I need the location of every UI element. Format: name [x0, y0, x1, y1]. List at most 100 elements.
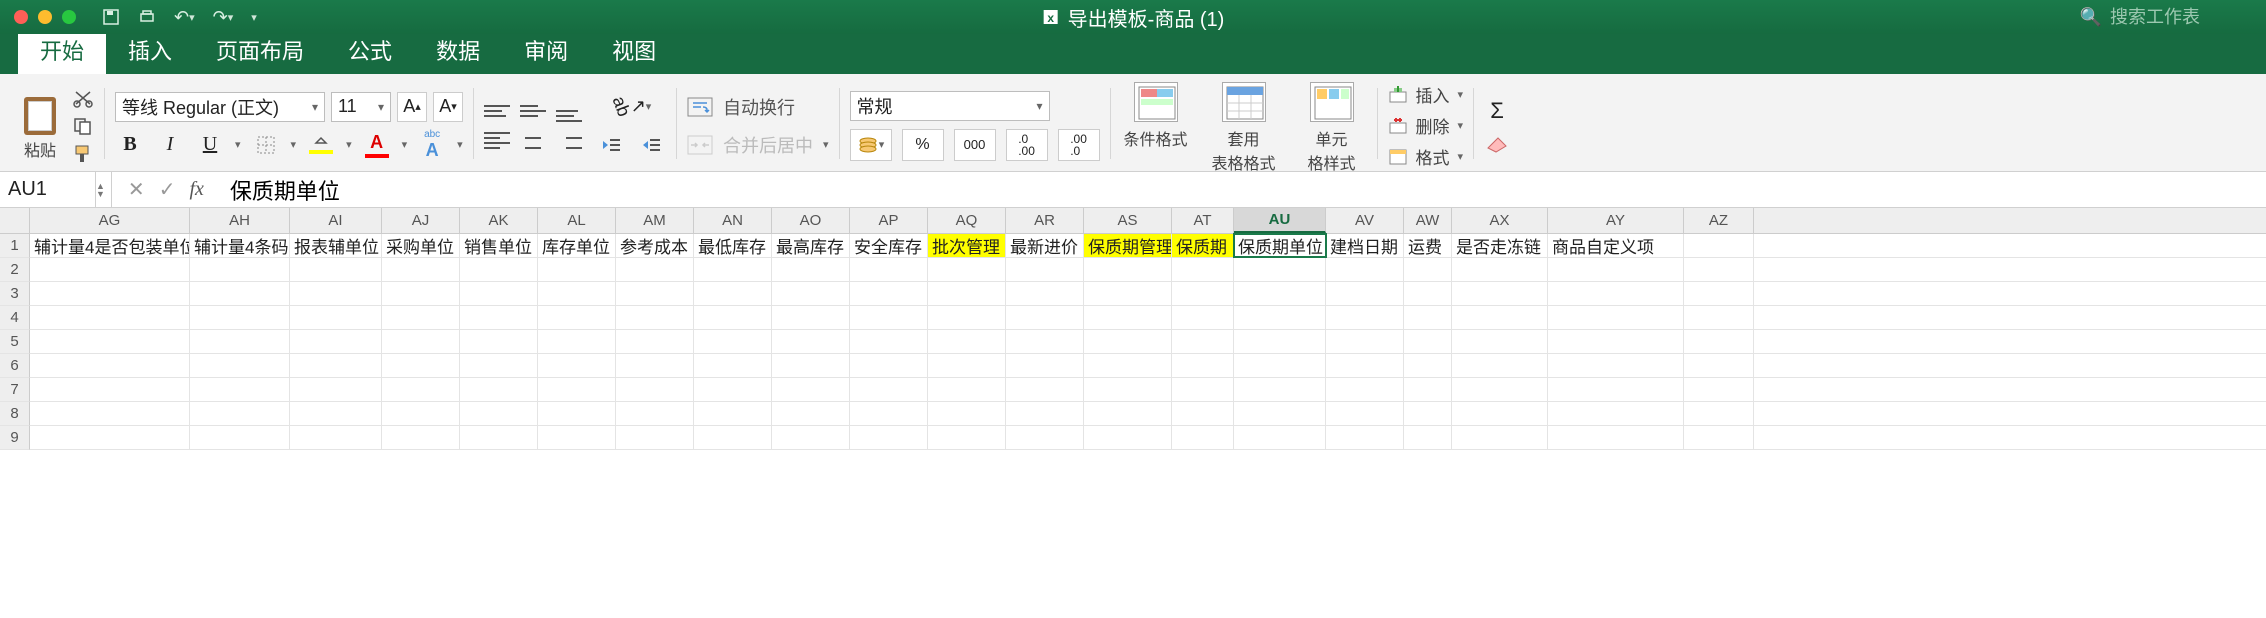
cell-AM2[interactable]	[616, 258, 694, 281]
cell-AU4[interactable]	[1234, 306, 1326, 329]
cell-AL4[interactable]	[538, 306, 616, 329]
cell-AR3[interactable]	[1006, 282, 1084, 305]
column-header-AO[interactable]: AO	[772, 208, 850, 233]
column-header-AI[interactable]: AI	[290, 208, 382, 233]
cell-AQ9[interactable]	[928, 426, 1006, 449]
cell-AZ3[interactable]	[1684, 282, 1754, 305]
cell-AN2[interactable]	[694, 258, 772, 281]
name-box[interactable]: AU1	[0, 172, 96, 207]
cell-AT7[interactable]	[1172, 378, 1234, 401]
cell-AZ2[interactable]	[1684, 258, 1754, 281]
cell-AP9[interactable]	[850, 426, 928, 449]
cell-AO8[interactable]	[772, 402, 850, 425]
enter-formula-button[interactable]: ✓	[159, 177, 176, 202]
cell-AQ7[interactable]	[928, 378, 1006, 401]
cell-AH1[interactable]: 辅计量4条码	[190, 234, 290, 257]
cell-AW7[interactable]	[1404, 378, 1452, 401]
cell-AQ6[interactable]	[928, 354, 1006, 377]
column-header-AP[interactable]: AP	[850, 208, 928, 233]
cell-AO7[interactable]	[772, 378, 850, 401]
increase-font-button[interactable]: A▴	[397, 92, 427, 122]
cell-AI4[interactable]	[290, 306, 382, 329]
cell-AM4[interactable]	[616, 306, 694, 329]
row-header-4[interactable]: 4	[0, 306, 30, 330]
cell-AV6[interactable]	[1326, 354, 1404, 377]
fx-icon[interactable]: fx	[189, 178, 203, 201]
cell-AH7[interactable]	[190, 378, 290, 401]
cell-AJ6[interactable]	[382, 354, 460, 377]
column-header-AZ[interactable]: AZ	[1684, 208, 1754, 233]
cell-AQ3[interactable]	[928, 282, 1006, 305]
cell-AH8[interactable]	[190, 402, 290, 425]
cell-AZ8[interactable]	[1684, 402, 1754, 425]
cell-AJ2[interactable]	[382, 258, 460, 281]
column-header-AU[interactable]: AU	[1234, 208, 1326, 233]
cell-AO4[interactable]	[772, 306, 850, 329]
format-painter-icon[interactable]	[72, 144, 94, 164]
cell-AM1[interactable]: 参考成本	[616, 234, 694, 257]
qat-customize-button[interactable]: ▾	[251, 11, 257, 24]
cell-AI2[interactable]	[290, 258, 382, 281]
cut-icon[interactable]	[72, 88, 94, 108]
column-header-AT[interactable]: AT	[1172, 208, 1234, 233]
cell-AG3[interactable]	[30, 282, 190, 305]
cell-AH9[interactable]	[190, 426, 290, 449]
row-header-6[interactable]: 6	[0, 354, 30, 378]
cell-AS9[interactable]	[1084, 426, 1172, 449]
column-header-AH[interactable]: AH	[190, 208, 290, 233]
column-header-AR[interactable]: AR	[1006, 208, 1084, 233]
cell-AO5[interactable]	[772, 330, 850, 353]
row-header-3[interactable]: 3	[0, 282, 30, 306]
cell-AZ1[interactable]	[1684, 234, 1754, 257]
cell-AL8[interactable]	[538, 402, 616, 425]
cell-AT3[interactable]	[1172, 282, 1234, 305]
column-header-AX[interactable]: AX	[1452, 208, 1548, 233]
cell-AI1[interactable]: 报表辅单位	[290, 234, 382, 257]
row-header-8[interactable]: 8	[0, 402, 30, 426]
cell-AX1[interactable]: 是否走冻链	[1452, 234, 1548, 257]
cell-AX2[interactable]	[1452, 258, 1548, 281]
cell-AR2[interactable]	[1006, 258, 1084, 281]
cell-AV4[interactable]	[1326, 306, 1404, 329]
cell-AR8[interactable]	[1006, 402, 1084, 425]
cell-AS2[interactable]	[1084, 258, 1172, 281]
phonetic-button[interactable]: abcA	[417, 130, 447, 160]
percent-format-button[interactable]: %	[902, 129, 944, 161]
align-center-button[interactable]	[520, 130, 546, 152]
cell-AH3[interactable]	[190, 282, 290, 305]
cell-AZ7[interactable]	[1684, 378, 1754, 401]
cell-AV7[interactable]	[1326, 378, 1404, 401]
cell-AK4[interactable]	[460, 306, 538, 329]
table-format-button[interactable]: 套用 表格格式	[1209, 82, 1279, 174]
cell-AK9[interactable]	[460, 426, 538, 449]
cell-AP8[interactable]	[850, 402, 928, 425]
column-header-AJ[interactable]: AJ	[382, 208, 460, 233]
print-icon[interactable]	[138, 8, 156, 26]
cell-AX6[interactable]	[1452, 354, 1548, 377]
cell-AG7[interactable]	[30, 378, 190, 401]
cell-AV9[interactable]	[1326, 426, 1404, 449]
insert-cells-button[interactable]: 插入 ▾	[1388, 82, 1464, 107]
cell-AL7[interactable]	[538, 378, 616, 401]
cell-AJ9[interactable]	[382, 426, 460, 449]
font-color-button[interactable]: A	[362, 130, 392, 160]
cell-AN4[interactable]	[694, 306, 772, 329]
cell-AQ1[interactable]: 批次管理	[928, 234, 1006, 257]
fill-color-button[interactable]	[306, 130, 336, 160]
increase-decimal-button[interactable]: .0.00	[1006, 129, 1048, 161]
name-box-stepper[interactable]: ▲▼	[96, 172, 112, 207]
cell-AO9[interactable]	[772, 426, 850, 449]
cell-AP4[interactable]	[850, 306, 928, 329]
merge-center-button[interactable]: 合并后居中 ▾	[687, 132, 829, 158]
align-bottom-button[interactable]	[556, 100, 582, 122]
clear-button[interactable]	[1484, 134, 1510, 154]
cell-AR6[interactable]	[1006, 354, 1084, 377]
column-header-AW[interactable]: AW	[1404, 208, 1452, 233]
cell-AM6[interactable]	[616, 354, 694, 377]
cell-AX7[interactable]	[1452, 378, 1548, 401]
cell-AO6[interactable]	[772, 354, 850, 377]
cell-styles-button[interactable]: 单元 格样式	[1297, 82, 1367, 174]
cell-AP6[interactable]	[850, 354, 928, 377]
cell-AK2[interactable]	[460, 258, 538, 281]
cell-AH4[interactable]	[190, 306, 290, 329]
